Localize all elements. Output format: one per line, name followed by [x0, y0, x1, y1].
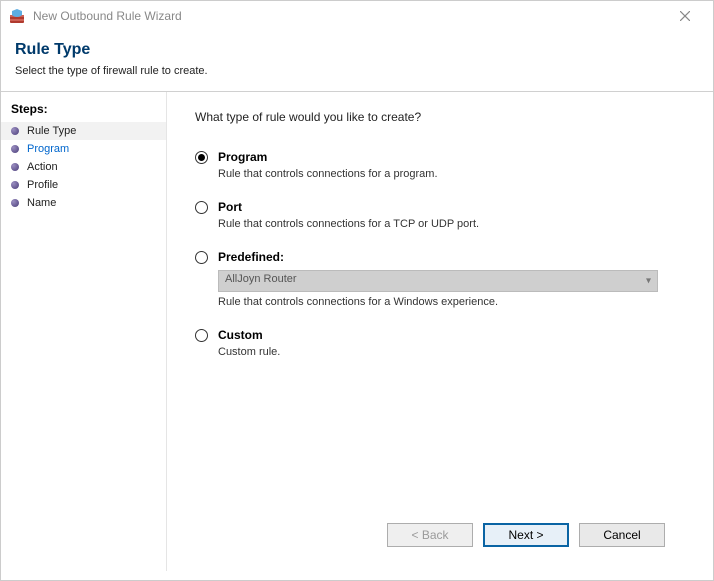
- radio-port[interactable]: [195, 201, 208, 214]
- firewall-icon: [9, 8, 25, 24]
- option-program-label: Program: [218, 150, 267, 164]
- step-label: Name: [27, 197, 56, 209]
- titlebar: New Outbound Rule Wizard: [1, 1, 713, 31]
- step-name[interactable]: Name: [1, 194, 166, 212]
- step-label: Rule Type: [27, 125, 76, 137]
- next-button[interactable]: Next >: [483, 523, 569, 547]
- steps-sidebar: Steps: Rule Type Program Action Profile …: [1, 92, 167, 571]
- predefined-select[interactable]: AllJoyn Router ▾: [218, 270, 658, 292]
- option-custom: Custom Custom rule.: [195, 328, 685, 358]
- prompt-text: What type of rule would you like to crea…: [195, 110, 685, 124]
- radio-custom[interactable]: [195, 329, 208, 342]
- option-program-desc: Rule that controls connections for a pro…: [218, 168, 685, 180]
- option-predefined-label: Predefined:: [218, 250, 284, 264]
- step-profile[interactable]: Profile: [1, 176, 166, 194]
- step-bullet-icon: [11, 163, 19, 171]
- option-custom-desc: Custom rule.: [218, 346, 685, 358]
- back-button: < Back: [387, 523, 473, 547]
- step-label: Program: [27, 143, 69, 155]
- radio-predefined[interactable]: [195, 251, 208, 264]
- option-port-desc: Rule that controls connections for a TCP…: [218, 218, 685, 230]
- steps-heading: Steps:: [1, 100, 166, 122]
- chevron-down-icon: ▾: [646, 276, 651, 287]
- step-label: Action: [27, 161, 58, 173]
- step-bullet-icon: [11, 199, 19, 207]
- option-custom-label: Custom: [218, 328, 263, 342]
- rule-type-options: Program Rule that controls connections f…: [195, 150, 685, 513]
- step-program[interactable]: Program: [1, 140, 166, 158]
- step-bullet-icon: [11, 145, 19, 153]
- predefined-select-value: AllJoyn Router: [225, 273, 297, 285]
- step-bullet-icon: [11, 127, 19, 135]
- option-predefined: Predefined: AllJoyn Router ▾ Rule that c…: [195, 250, 685, 308]
- page-title: Rule Type: [15, 41, 699, 59]
- step-action[interactable]: Action: [1, 158, 166, 176]
- step-bullet-icon: [11, 181, 19, 189]
- option-port: Port Rule that controls connections for …: [195, 200, 685, 230]
- wizard-footer: < Back Next > Cancel: [195, 513, 685, 561]
- step-rule-type[interactable]: Rule Type: [1, 122, 166, 140]
- option-port-label: Port: [218, 200, 242, 214]
- wizard-body: Steps: Rule Type Program Action Profile …: [1, 92, 713, 571]
- close-icon: [680, 11, 690, 21]
- option-predefined-desc: Rule that controls connections for a Win…: [218, 296, 685, 308]
- window-title: New Outbound Rule Wizard: [33, 9, 665, 23]
- page-subtitle: Select the type of firewall rule to crea…: [15, 65, 699, 77]
- step-label: Profile: [27, 179, 58, 191]
- close-button[interactable]: [665, 1, 705, 31]
- option-program: Program Rule that controls connections f…: [195, 150, 685, 180]
- radio-program[interactable]: [195, 151, 208, 164]
- cancel-button[interactable]: Cancel: [579, 523, 665, 547]
- main-panel: What type of rule would you like to crea…: [167, 92, 713, 571]
- wizard-header: Rule Type Select the type of firewall ru…: [1, 31, 713, 91]
